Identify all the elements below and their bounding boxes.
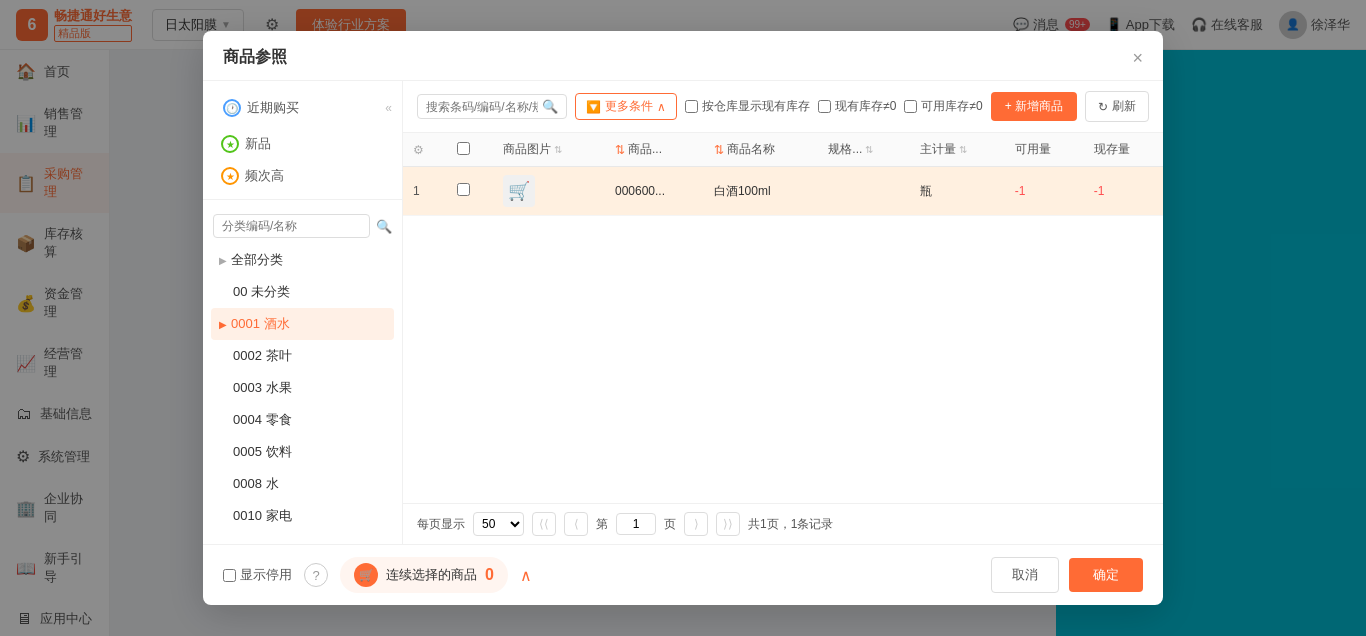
available-stock-checkbox[interactable] bbox=[904, 100, 917, 113]
footer-right: 取消 确定 bbox=[991, 557, 1143, 593]
category-search: 🔍 bbox=[203, 208, 402, 244]
add-product-button[interactable]: + 新增商品 bbox=[991, 92, 1077, 121]
refresh-button[interactable]: ↻ 刷新 bbox=[1085, 91, 1149, 122]
row-stock: -1 bbox=[1084, 167, 1163, 216]
show-disabled-checkbox[interactable] bbox=[223, 569, 236, 582]
sort-image-icon: ⇅ bbox=[554, 144, 562, 155]
th-settings[interactable]: ⚙ bbox=[403, 133, 447, 167]
active-arrow: ▶ bbox=[219, 319, 227, 330]
cancel-button[interactable]: 取消 bbox=[991, 557, 1059, 593]
checkbox-warehouse-stock[interactable]: 按仓库显示现有库存 bbox=[685, 98, 810, 115]
th-image[interactable]: 商品图片⇅ bbox=[493, 133, 605, 167]
cat-00[interactable]: 00 未分类 bbox=[211, 276, 394, 308]
quick-filter-frequent[interactable]: ★ 频次高 bbox=[211, 161, 394, 191]
first-page-button[interactable]: ⟨⟨ bbox=[532, 512, 556, 536]
row-name: 白酒100ml bbox=[704, 167, 818, 216]
product-table-container: ⚙ 商品图片⇅ ⇅商品... ⇅商品名称 规格...⇅ 主计量⇅ 可用量 现存量 bbox=[403, 133, 1163, 503]
th-checkbox[interactable] bbox=[447, 133, 494, 167]
pagination-bar: 每页显示 50 10 20 100 ⟨⟨ ⟨ 第 页 ⟩ ⟩⟩ 共1页，1条记录 bbox=[403, 503, 1163, 544]
th-unit[interactable]: 主计量⇅ bbox=[910, 133, 1005, 167]
sort-code-icon: ⇅ bbox=[615, 143, 625, 157]
row-num: 1 bbox=[403, 167, 447, 216]
cart-area[interactable]: 🛒 连续选择的商品 0 bbox=[340, 557, 508, 593]
per-page-select[interactable]: 50 10 20 100 bbox=[473, 512, 524, 536]
footer-left: 显示停用 bbox=[223, 566, 292, 584]
modal-body: 🕐 近期购买 « ★ 新品 ★ 频次高 bbox=[203, 81, 1163, 544]
more-filters-button[interactable]: 🔽 更多条件 ∧ bbox=[575, 93, 677, 120]
th-stock[interactable]: 现存量 bbox=[1084, 133, 1163, 167]
collapse-up-button[interactable]: ∧ bbox=[520, 566, 532, 585]
help-icon[interactable]: ? bbox=[304, 563, 328, 587]
select-all-checkbox[interactable] bbox=[457, 142, 470, 155]
quick-filter-recent[interactable]: 🕐 近期购买 bbox=[213, 93, 309, 123]
prev-page-button[interactable]: ⟨ bbox=[564, 512, 588, 536]
th-available[interactable]: 可用量 bbox=[1005, 133, 1084, 167]
row-code: 000600... bbox=[605, 167, 704, 216]
th-name[interactable]: ⇅商品名称 bbox=[704, 133, 818, 167]
page-number-input[interactable] bbox=[616, 513, 656, 535]
new-icon: ★ bbox=[221, 135, 239, 153]
th-spec[interactable]: 规格...⇅ bbox=[818, 133, 910, 167]
show-disabled-checkbox-label[interactable]: 显示停用 bbox=[223, 566, 292, 584]
row-select-checkbox[interactable] bbox=[457, 183, 470, 196]
refresh-icon: ↻ bbox=[1098, 100, 1108, 114]
row-spec bbox=[818, 167, 910, 216]
collapse-icon[interactable]: « bbox=[385, 101, 392, 115]
category-search-icon[interactable]: 🔍 bbox=[376, 219, 392, 234]
table-row[interactable]: 1 🛒 000600... 白酒100ml 瓶 -1 -1 bbox=[403, 167, 1163, 216]
row-available: -1 bbox=[1005, 167, 1084, 216]
modal-right-panel: 🔍 🔽 更多条件 ∧ 按仓库显示现有库存 现有库存≠0 bbox=[403, 81, 1163, 544]
last-page-button[interactable]: ⟩⟩ bbox=[716, 512, 740, 536]
cat-0002[interactable]: 0002 茶叶 bbox=[211, 340, 394, 372]
frequent-icon: ★ bbox=[221, 167, 239, 185]
product-search-box: 🔍 bbox=[417, 94, 567, 119]
current-stock-checkbox[interactable] bbox=[818, 100, 831, 113]
checkbox-available-stock[interactable]: 可用库存≠0 bbox=[904, 98, 982, 115]
confirm-button[interactable]: 确定 bbox=[1069, 558, 1143, 592]
modal-footer: 显示停用 ? 🛒 连续选择的商品 0 ∧ 取消 确定 bbox=[203, 544, 1163, 605]
product-table: ⚙ 商品图片⇅ ⇅商品... ⇅商品名称 规格...⇅ 主计量⇅ 可用量 现存量 bbox=[403, 133, 1163, 216]
product-search-icon[interactable]: 🔍 bbox=[542, 99, 558, 114]
row-checkbox[interactable] bbox=[447, 167, 494, 216]
cat-0004[interactable]: 0004 零食 bbox=[211, 404, 394, 436]
sort-spec-icon: ⇅ bbox=[865, 144, 873, 155]
sort-unit-icon: ⇅ bbox=[959, 144, 967, 155]
category-search-input[interactable] bbox=[213, 214, 370, 238]
modal-toolbar: 🔍 🔽 更多条件 ∧ 按仓库显示现有库存 现有库存≠0 bbox=[403, 81, 1163, 133]
cat-all[interactable]: ▶ 全部分类 bbox=[211, 244, 394, 276]
cat-0008[interactable]: 0008 水 bbox=[211, 468, 394, 500]
modal-header: 商品参照 × bbox=[203, 31, 1163, 81]
row-image: 🛒 bbox=[493, 167, 605, 216]
cat-0003[interactable]: 0003 水果 bbox=[211, 372, 394, 404]
modal-overlay: 商品参照 × 🕐 近期购买 « ★ 新品 bbox=[0, 0, 1366, 636]
product-reference-modal: 商品参照 × 🕐 近期购买 « ★ 新品 bbox=[203, 31, 1163, 605]
modal-close-button[interactable]: × bbox=[1132, 49, 1143, 67]
next-page-button[interactable]: ⟩ bbox=[684, 512, 708, 536]
quick-filter-new[interactable]: ★ 新品 bbox=[211, 129, 394, 159]
filter-icon: 🔽 bbox=[586, 100, 601, 114]
product-image: 🛒 bbox=[503, 175, 535, 207]
recent-icon: 🕐 bbox=[223, 99, 241, 117]
cat-0005[interactable]: 0005 饮料 bbox=[211, 436, 394, 468]
sort-name-icon: ⇅ bbox=[714, 143, 724, 157]
cat-0001[interactable]: ▶ 0001 酒水 bbox=[211, 308, 394, 340]
cart-icon: 🛒 bbox=[354, 563, 378, 587]
modal-title: 商品参照 bbox=[223, 47, 287, 68]
warehouse-stock-checkbox[interactable] bbox=[685, 100, 698, 113]
th-code[interactable]: ⇅商品... bbox=[605, 133, 704, 167]
modal-left-panel: 🕐 近期购买 « ★ 新品 ★ 频次高 bbox=[203, 81, 403, 544]
expand-arrow: ▶ bbox=[219, 255, 227, 266]
checkbox-current-stock[interactable]: 现有库存≠0 bbox=[818, 98, 896, 115]
quick-filters: 🕐 近期购买 « ★ 新品 ★ 频次高 bbox=[203, 93, 402, 200]
row-unit: 瓶 bbox=[910, 167, 1005, 216]
category-list: ▶ 全部分类 00 未分类 ▶ 0001 酒水 0002 茶叶 0003 水果 bbox=[203, 244, 402, 532]
cat-0010[interactable]: 0010 家电 bbox=[211, 500, 394, 532]
product-search-input[interactable] bbox=[426, 100, 538, 114]
